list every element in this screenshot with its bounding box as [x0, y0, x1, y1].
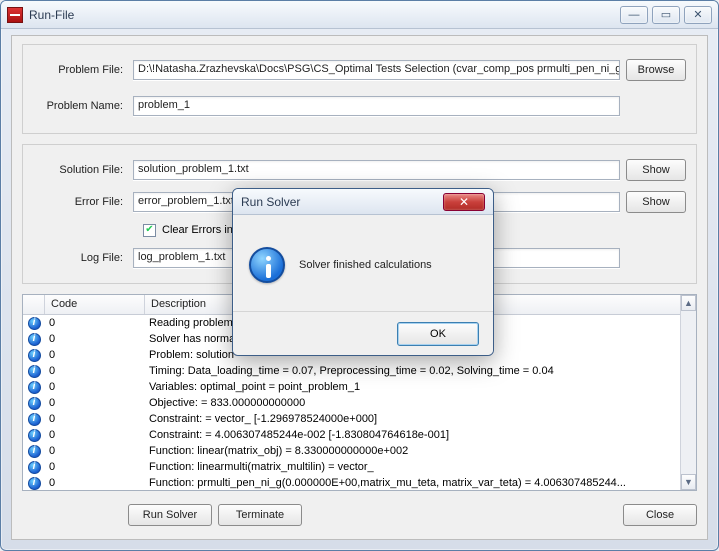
dialog-body: Solver finished calculations: [233, 219, 493, 311]
footer-buttons: Run Solver Terminate Close: [22, 501, 697, 529]
info-icon: [28, 429, 41, 442]
show-error-button[interactable]: Show: [626, 191, 686, 213]
run-solver-button[interactable]: Run Solver: [128, 504, 212, 526]
log-file-label: Log File:: [33, 252, 133, 264]
terminate-button[interactable]: Terminate: [218, 504, 302, 526]
row-info-icon: [23, 333, 45, 346]
titlebar[interactable]: Run-File — ▭ ✕: [1, 1, 718, 29]
row-code: 0: [45, 413, 145, 425]
row-code: 0: [45, 477, 145, 489]
row-code: 0: [45, 445, 145, 457]
row-code: 0: [45, 381, 145, 393]
info-icon: [28, 365, 41, 378]
row-code: 0: [45, 397, 145, 409]
problem-file-label: Problem File:: [33, 64, 133, 76]
dialog-titlebar[interactable]: Run Solver ✕: [233, 189, 493, 215]
row-info-icon: [23, 413, 45, 426]
row-info-icon: [23, 397, 45, 410]
log-scrollbar[interactable]: ▲ ▼: [680, 295, 696, 490]
info-icon: [28, 349, 41, 362]
row-info-icon: [23, 445, 45, 458]
problem-name-label: Problem Name:: [33, 100, 133, 112]
row-info-icon: [23, 477, 45, 490]
row-info-icon: [23, 461, 45, 474]
scroll-up-button[interactable]: ▲: [681, 295, 696, 311]
error-file-label: Error File:: [33, 196, 133, 208]
dialog-close-button[interactable]: ✕: [443, 193, 485, 211]
col-code[interactable]: Code: [45, 295, 145, 314]
info-icon: [28, 477, 41, 490]
window-title: Run-File: [29, 8, 74, 22]
row-code: 0: [45, 429, 145, 441]
problem-file-field[interactable]: D:\!Natasha.Zrazhevska\Docs\PSG\CS_Optim…: [133, 60, 620, 80]
show-solution-button[interactable]: Show: [626, 159, 686, 181]
row-description: Variables: optimal_point = point_problem…: [145, 381, 696, 393]
row-description: Timing: Data_loading_time = 0.07, Prepro…: [145, 365, 696, 377]
minimize-button[interactable]: —: [620, 6, 648, 24]
dialog-title: Run Solver: [241, 195, 300, 209]
table-row[interactable]: 0Timing: Data_loading_time = 0.07, Prepr…: [23, 363, 696, 379]
info-icon: [28, 461, 41, 474]
info-icon: [28, 381, 41, 394]
table-row[interactable]: 0Function: linear(matrix_obj) = 8.330000…: [23, 443, 696, 459]
col-icon[interactable]: [23, 295, 45, 314]
row-description: Function: linear(matrix_obj) = 8.3300000…: [145, 445, 696, 457]
row-info-icon: [23, 365, 45, 378]
info-icon: [28, 317, 41, 330]
row-description: Objective: = 833.000000000000: [145, 397, 696, 409]
window-controls: — ▭ ✕: [620, 6, 712, 24]
app-icon: [7, 7, 23, 23]
row-info-icon: [23, 429, 45, 442]
dialog-message: Solver finished calculations: [299, 259, 432, 271]
row-description: Function: prmulti_pen_ni_g(0.000000E+00,…: [145, 477, 696, 489]
table-row[interactable]: 0Function: linearmulti(matrix_multilin) …: [23, 459, 696, 475]
row-code: 0: [45, 461, 145, 473]
row-info-icon: [23, 317, 45, 330]
row-code: 0: [45, 349, 145, 361]
table-row[interactable]: 0Objective: = 833.000000000000: [23, 395, 696, 411]
row-description: Function: linearmulti(matrix_multilin) =…: [145, 461, 696, 473]
close-button[interactable]: Close: [623, 504, 697, 526]
table-row[interactable]: 0Variables: optimal_point = point_proble…: [23, 379, 696, 395]
close-window-button[interactable]: ✕: [684, 6, 712, 24]
info-icon: [28, 445, 41, 458]
problem-group: Problem File: D:\!Natasha.Zrazhevska\Doc…: [22, 44, 697, 134]
row-code: 0: [45, 317, 145, 329]
dialog-footer: OK: [233, 311, 493, 355]
scroll-down-button[interactable]: ▼: [681, 474, 696, 490]
checkbox-icon: ✔: [143, 224, 156, 237]
table-row[interactable]: 0Constraint: = vector_ [-1.296978524000e…: [23, 411, 696, 427]
info-icon: [28, 333, 41, 346]
solution-file-field[interactable]: solution_problem_1.txt: [133, 160, 620, 180]
row-description: Constraint: = 4.006307485244e-002 [-1.83…: [145, 429, 696, 441]
row-info-icon: [23, 381, 45, 394]
browse-button[interactable]: Browse: [626, 59, 686, 81]
table-row[interactable]: 0Function: prmulti_pen_ni_g(0.000000E+00…: [23, 475, 696, 490]
maximize-button[interactable]: ▭: [652, 6, 680, 24]
run-solver-dialog: Run Solver ✕ Solver finished calculation…: [232, 188, 494, 356]
row-code: 0: [45, 333, 145, 345]
dialog-ok-button[interactable]: OK: [397, 322, 479, 346]
row-code: 0: [45, 365, 145, 377]
table-row[interactable]: 0Constraint: = 4.006307485244e-002 [-1.8…: [23, 427, 696, 443]
problem-name-field[interactable]: problem_1: [133, 96, 620, 116]
info-icon: [28, 397, 41, 410]
info-icon: [249, 247, 285, 283]
row-info-icon: [23, 349, 45, 362]
row-description: Constraint: = vector_ [-1.296978524000e+…: [145, 413, 696, 425]
info-icon: [28, 413, 41, 426]
solution-file-label: Solution File:: [33, 164, 133, 176]
